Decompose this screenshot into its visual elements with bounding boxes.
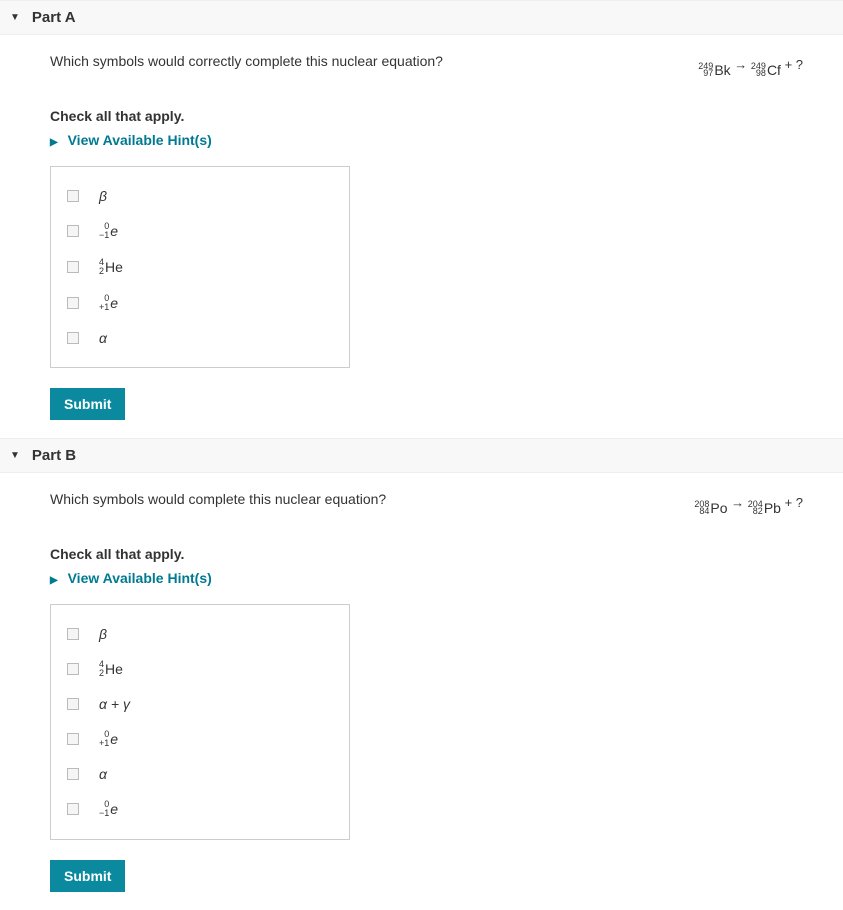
option-symbol: He [105, 661, 123, 677]
part-a-question: Which symbols would correctly complete t… [50, 53, 443, 69]
eq-b-right-atomic: 82 [753, 508, 763, 515]
nuclide-stack: 0+1 [99, 730, 109, 748]
part-a-instruction: Check all that apply. [50, 108, 843, 124]
answer-label: α [99, 766, 107, 782]
answer-label: 0+1e [99, 730, 118, 748]
nuclide-stack: 0−1 [99, 222, 109, 240]
part-b-instruction: Check all that apply. [50, 546, 843, 562]
eq-a-left-symbol: Bk [714, 62, 730, 78]
option-subscript: +1 [99, 739, 109, 748]
checkbox[interactable] [67, 663, 79, 675]
answer-label: α [99, 330, 107, 346]
answer-option[interactable]: α + γ [61, 687, 339, 721]
answer-option[interactable]: 0+1e [61, 721, 339, 757]
part-b-answers: β42Heα + γ0+1eα0−1e [50, 604, 350, 840]
option-subscript: +1 [99, 303, 109, 312]
option-symbol: e [110, 223, 118, 239]
answer-option[interactable]: 0−1e [61, 213, 339, 249]
eq-a-right-atomic: 98 [756, 70, 766, 77]
arrow-icon: → [734, 57, 747, 72]
answer-option[interactable]: 42He [61, 651, 339, 687]
answer-option[interactable]: 0+1e [61, 285, 339, 321]
answer-label: α + γ [99, 696, 130, 712]
answer-option[interactable]: β [61, 617, 339, 651]
option-text: β [99, 626, 107, 642]
part-a-header[interactable]: ▼ Part A [0, 0, 843, 35]
part-b-content: Which symbols would complete this nuclea… [0, 473, 843, 910]
answer-option[interactable]: β [61, 179, 339, 213]
answer-option[interactable]: α [61, 757, 339, 791]
eq-a-right-symbol: Cf [767, 62, 781, 78]
eq-a-left-atomic: 97 [703, 70, 713, 77]
checkbox[interactable] [67, 261, 79, 273]
answer-label: β [99, 626, 107, 642]
answer-option[interactable]: 42He [61, 249, 339, 285]
part-a-answers: β0−1e42He0+1eα [50, 166, 350, 368]
checkbox[interactable] [67, 332, 79, 344]
nuclide-stack: 0+1 [99, 294, 109, 312]
checkbox[interactable] [67, 297, 79, 309]
hints-label-b: View Available Hint(s) [68, 570, 212, 586]
part-a-equation: 249 97 Bk → 249 98 Cf + ? [613, 57, 813, 78]
option-subscript: −1 [99, 809, 109, 818]
checkbox[interactable] [67, 698, 79, 710]
option-symbol: He [105, 259, 123, 275]
checkbox[interactable] [67, 190, 79, 202]
checkbox[interactable] [67, 768, 79, 780]
part-b-hints[interactable]: ▶ View Available Hint(s) [50, 570, 843, 586]
option-text: α [99, 766, 107, 782]
checkbox[interactable] [67, 733, 79, 745]
chevron-down-icon: ▼ [10, 12, 20, 23]
checkbox[interactable] [67, 225, 79, 237]
eq-b-left-symbol: Po [710, 500, 727, 516]
question-row-a: Which symbols would correctly complete t… [50, 53, 843, 78]
answer-label: 42He [99, 660, 123, 678]
part-b-equation: 208 84 Po → 204 82 Pb + ? [613, 495, 813, 516]
option-subscript: −1 [99, 231, 109, 240]
option-symbol: e [110, 731, 118, 747]
chevron-down-icon: ▼ [10, 450, 20, 461]
option-text: β [99, 188, 107, 204]
option-text: α [99, 330, 107, 346]
question-row-b: Which symbols would complete this nuclea… [50, 491, 843, 516]
option-symbol: e [110, 295, 118, 311]
answer-label: 42He [99, 258, 123, 276]
part-a-hints[interactable]: ▶ View Available Hint(s) [50, 132, 843, 148]
part-b-question: Which symbols would complete this nuclea… [50, 491, 386, 507]
nuclide-stack: 0−1 [99, 800, 109, 818]
part-a-title: Part A [32, 9, 76, 26]
answer-option[interactable]: α [61, 321, 339, 355]
answer-label: 0+1e [99, 294, 118, 312]
chevron-right-icon: ▶ [50, 137, 58, 148]
answer-label: 0−1e [99, 800, 118, 818]
submit-button-b[interactable]: Submit [50, 860, 125, 892]
nuclide-stack: 42 [99, 258, 104, 276]
eq-b-right-symbol: Pb [764, 500, 781, 516]
answer-label: β [99, 188, 107, 204]
part-b-header[interactable]: ▼ Part B [0, 438, 843, 473]
eq-b-left-atomic: 84 [699, 508, 709, 515]
part-b-title: Part B [32, 447, 76, 464]
option-subscript: 2 [99, 669, 104, 678]
answer-label: 0−1e [99, 222, 118, 240]
answer-option[interactable]: 0−1e [61, 791, 339, 827]
eq-b-tail: + ? [785, 495, 803, 510]
submit-button-a[interactable]: Submit [50, 388, 125, 420]
eq-a-tail: + ? [785, 57, 803, 72]
option-text: α + γ [99, 696, 130, 712]
option-subscript: 2 [99, 267, 104, 276]
checkbox[interactable] [67, 803, 79, 815]
option-symbol: e [110, 801, 118, 817]
part-a-content: Which symbols would correctly complete t… [0, 35, 843, 438]
nuclide-stack: 42 [99, 660, 104, 678]
arrow-icon: → [731, 495, 744, 510]
checkbox[interactable] [67, 628, 79, 640]
chevron-right-icon: ▶ [50, 575, 58, 586]
hints-label-a: View Available Hint(s) [68, 132, 212, 148]
